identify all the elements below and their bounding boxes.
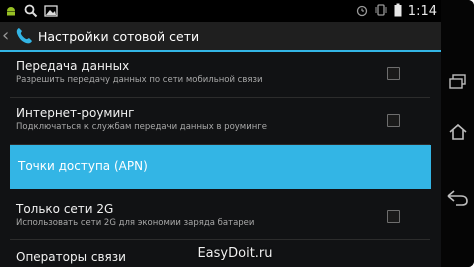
battery-icon: [394, 2, 402, 21]
setting-title: Интернет-роуминг: [16, 106, 135, 120]
setting-summary: Использовать сети 2G для экономии заряда…: [16, 218, 255, 228]
image-icon: [44, 3, 58, 22]
setting-2g-only[interactable]: Только сети 2G Использовать сети 2G для …: [0, 193, 441, 237]
status-time: 1:14: [407, 4, 437, 19]
alarm-icon: [356, 2, 368, 21]
screen: 1:14 ‹ Настройки сотовой сети Передача д…: [0, 0, 441, 267]
action-bar[interactable]: ‹ Настройки сотовой сети: [0, 22, 441, 52]
recent-apps-icon[interactable]: [441, 74, 474, 90]
back-icon[interactable]: [441, 190, 474, 206]
search-icon: [24, 3, 38, 22]
setting-access-points[interactable]: Точки доступа (APN): [10, 145, 431, 189]
setting-title: Передача данных: [16, 59, 130, 73]
navigation-bar: [441, 0, 474, 267]
home-icon[interactable]: [441, 122, 474, 142]
android-debug-icon: [4, 3, 18, 22]
setting-summary: Подключаться к службам передачи данных в…: [16, 122, 267, 132]
list-divider: [10, 239, 430, 240]
phone-icon[interactable]: [14, 26, 34, 46]
list-divider: [10, 97, 430, 98]
status-bar: 1:14: [0, 0, 441, 22]
setting-data-transfer[interactable]: Передача данных Разрешить передачу данны…: [0, 52, 441, 96]
vibrate-icon: [374, 2, 388, 21]
setting-title: Операторы связи: [16, 250, 126, 264]
device-frame: 1:14 ‹ Настройки сотовой сети Передача д…: [0, 0, 474, 267]
up-caret-icon[interactable]: ‹: [2, 26, 12, 46]
2g-only-checkbox[interactable]: [387, 210, 400, 223]
watermark: EasyDoit.ru: [197, 246, 273, 261]
roaming-checkbox[interactable]: [387, 114, 400, 127]
setting-roaming[interactable]: Интернет-роуминг Подключаться к службам …: [0, 99, 441, 143]
data-transfer-checkbox[interactable]: [387, 67, 400, 80]
page-title: Настройки сотовой сети: [38, 28, 200, 44]
setting-title: Точки доступа (APN): [18, 159, 148, 173]
settings-list: Передача данных Разрешить передачу данны…: [0, 52, 441, 267]
setting-title: Только сети 2G: [16, 202, 114, 216]
setting-summary: Разрешить передачу данных по сети мобиль…: [16, 75, 263, 85]
